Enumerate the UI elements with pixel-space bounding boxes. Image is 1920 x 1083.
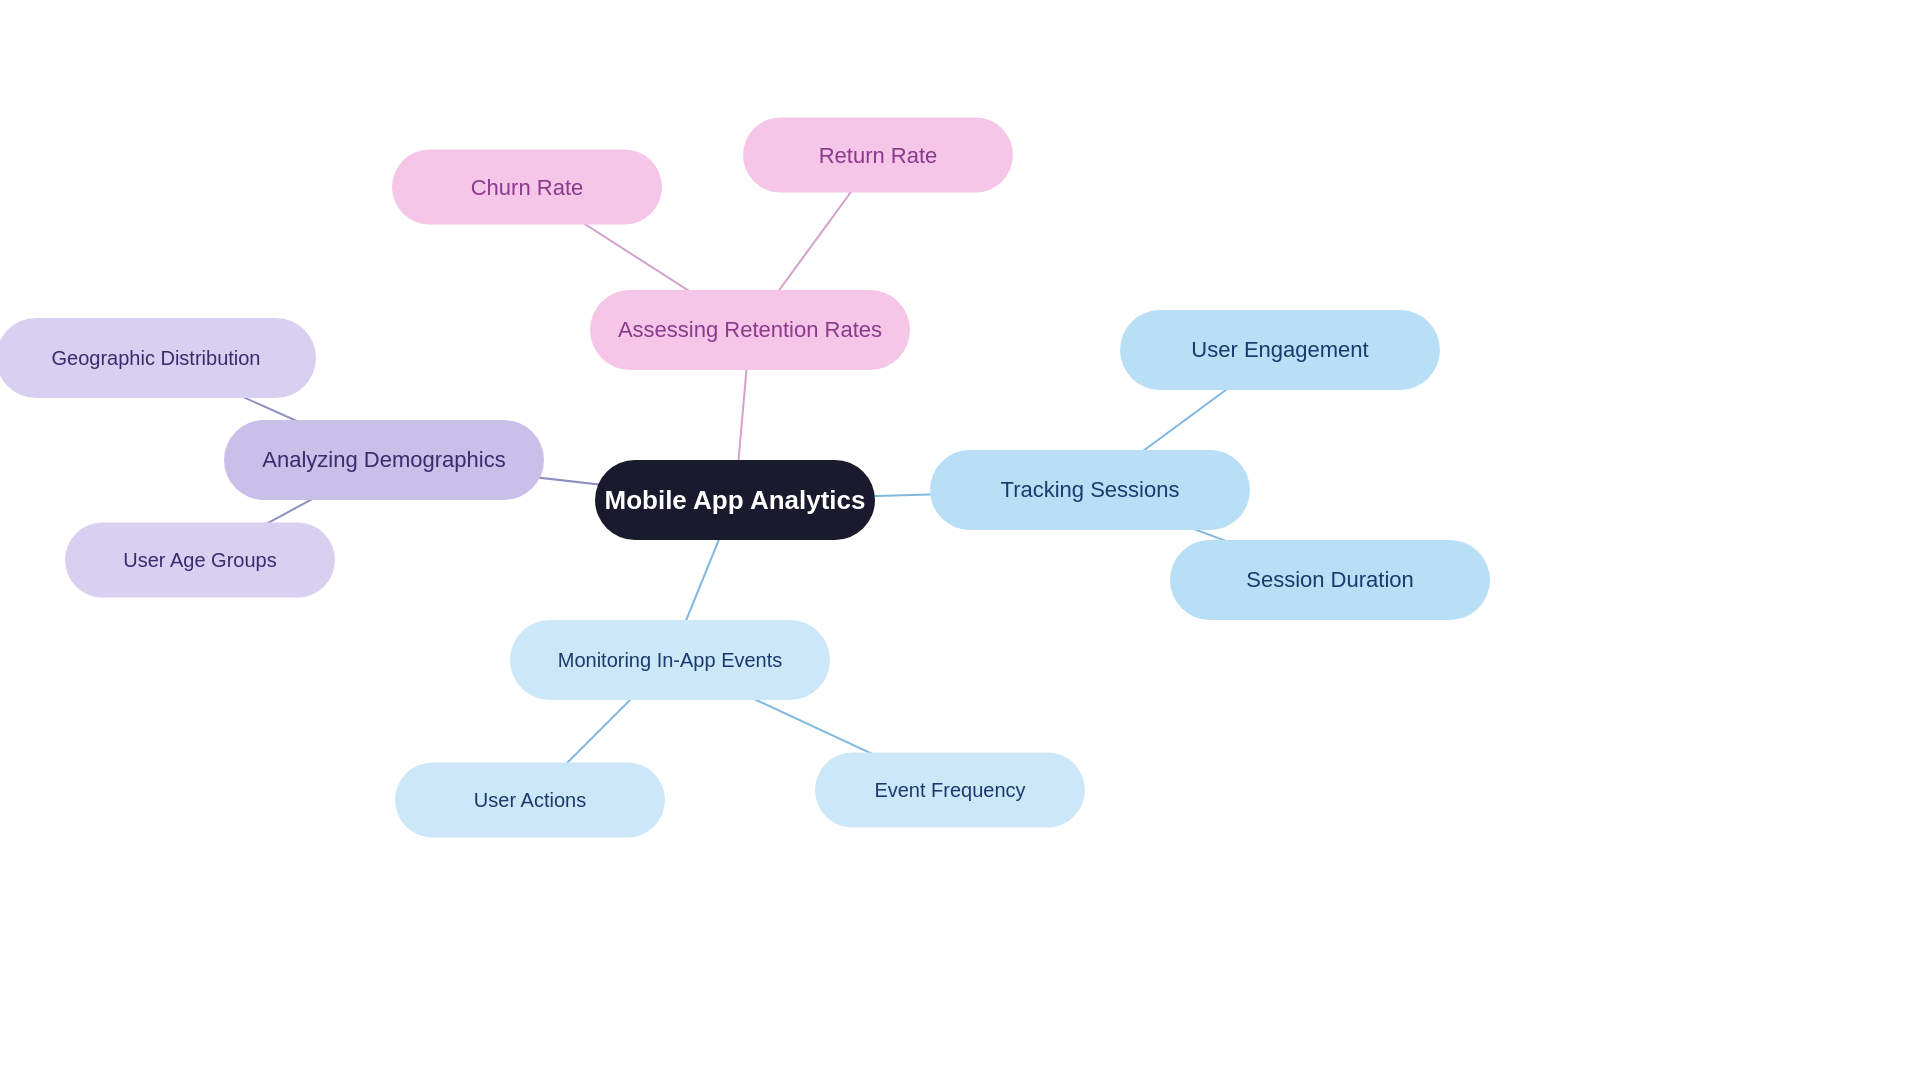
analyzing-demographics-node[interactable]: Analyzing Demographics	[224, 420, 544, 500]
return-rate-node[interactable]: Return Rate	[743, 118, 1013, 193]
monitoring-inapp-node[interactable]: Monitoring In-App Events	[510, 620, 830, 700]
assessing-retention-node[interactable]: Assessing Retention Rates	[590, 290, 910, 370]
return-rate-label: Return Rate	[819, 142, 938, 168]
analyzing-demographics-label: Analyzing Demographics	[262, 447, 505, 473]
user-actions-node[interactable]: User Actions	[395, 763, 665, 838]
user-age-groups-node[interactable]: User Age Groups	[65, 523, 335, 598]
monitoring-inapp-label: Monitoring In-App Events	[558, 649, 783, 672]
geographic-distribution-label: Geographic Distribution	[52, 347, 261, 370]
user-engagement-label: User Engagement	[1191, 337, 1368, 363]
assessing-retention-label: Assessing Retention Rates	[618, 317, 882, 343]
user-engagement-node[interactable]: User Engagement	[1120, 310, 1440, 390]
center-node-label: Mobile App Analytics	[605, 485, 866, 516]
user-age-groups-label: User Age Groups	[123, 549, 276, 572]
churn-rate-label: Churn Rate	[471, 174, 584, 200]
user-actions-label: User Actions	[474, 789, 586, 812]
geographic-distribution-node[interactable]: Geographic Distribution	[0, 318, 316, 398]
session-duration-label: Session Duration	[1246, 567, 1414, 593]
event-frequency-node[interactable]: Event Frequency	[815, 753, 1085, 828]
churn-rate-node[interactable]: Churn Rate	[392, 150, 662, 225]
session-duration-node[interactable]: Session Duration	[1170, 540, 1490, 620]
event-frequency-label: Event Frequency	[874, 779, 1025, 802]
tracking-sessions-label: Tracking Sessions	[1001, 477, 1180, 503]
center-node[interactable]: Mobile App Analytics	[595, 460, 875, 540]
tracking-sessions-node[interactable]: Tracking Sessions	[930, 450, 1250, 530]
